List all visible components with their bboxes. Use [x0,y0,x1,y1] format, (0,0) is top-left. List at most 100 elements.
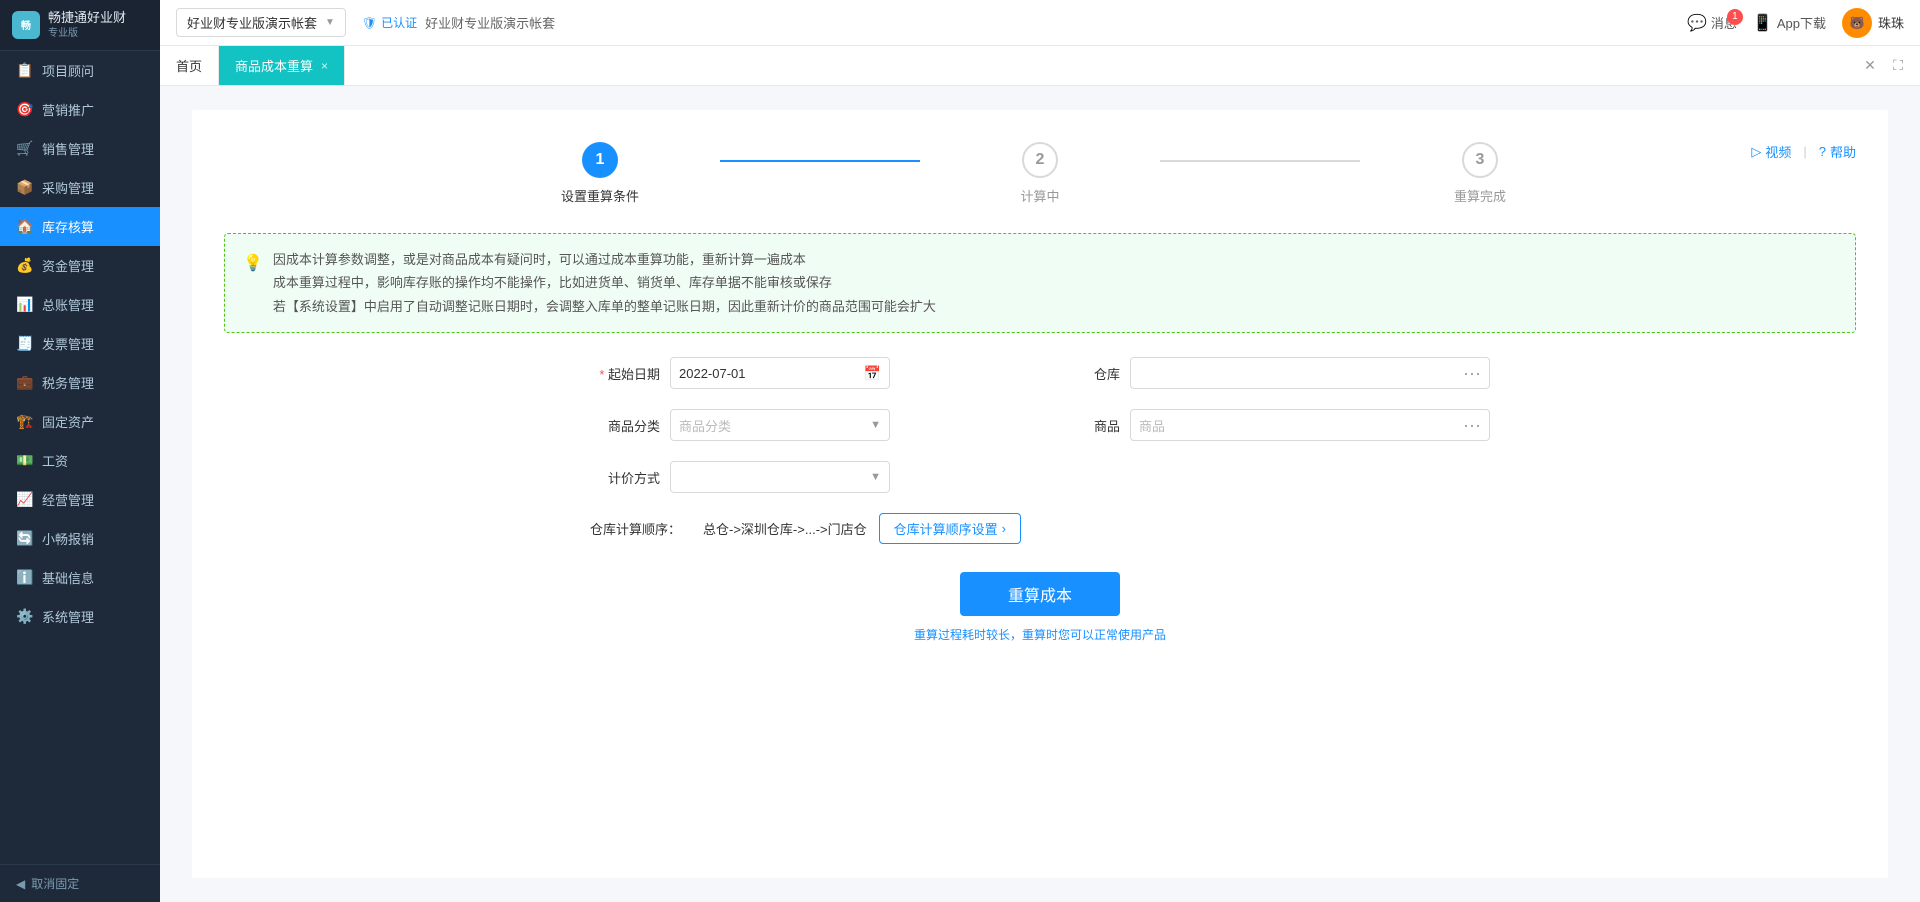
field-goods: 商品 商品 ··· [1050,409,1490,441]
sidebar-label-expense: 小畅报销 [42,529,94,548]
start-date-input[interactable]: 📅 [670,357,890,389]
app-download-label: App下载 [1777,13,1826,32]
category-chevron-icon: ▼ [870,419,881,431]
account-selector[interactable]: 好业财专业版演示帐套 ▼ [176,8,346,37]
category-select[interactable]: 商品分类 ▼ [670,409,890,441]
inventory-icon: 🏠 [16,217,34,235]
sidebar-item-accounting[interactable]: 📊 总账管理 [0,285,160,324]
sidebar-item-invoice[interactable]: 🧾 发票管理 [0,324,160,363]
unpin-label: 取消固定 [31,875,79,892]
help-link[interactable]: ? 帮助 [1819,142,1856,161]
field-price-method: 计价方式 ▼ [590,461,1030,493]
user-area[interactable]: 🐻 珠珠 [1842,8,1904,38]
step-1: 1 设置重算条件 [480,142,720,205]
sidebar-label-salary: 工资 [42,451,68,470]
sidebar-item-base[interactable]: ℹ️ 基础信息 [0,558,160,597]
sidebar-item-sales[interactable]: 🛒 销售管理 [0,129,160,168]
sidebar-label-inventory: 库存核算 [42,217,94,236]
message-badge: 1 [1727,9,1743,25]
warehouse-input[interactable]: ··· [1130,357,1490,389]
topbar: 好业财专业版演示帐套 ▼ 🛡 已认证 好业财专业版演示帐套 💬 消息 1 📱 A… [160,0,1920,46]
step3-label: 重算完成 [1454,186,1506,205]
field-category: 商品分类 商品分类 ▼ [590,409,1030,441]
certified-badge: 🛡 已认证 [362,14,417,31]
sidebar-unpin[interactable]: ◀ 取消固定 [0,864,160,902]
close-window-btn[interactable]: ✕ [1860,56,1880,76]
topbar-right: 💬 消息 1 📱 App下载 🐻 珠珠 [1687,8,1904,38]
user-avatar: 🐻 [1842,8,1872,38]
step-2: 2 计算中 [920,142,1160,205]
sidebar-item-expense[interactable]: 🔄 小畅报销 [0,519,160,558]
sidebar-item-marketing[interactable]: 🎯 营销推广 [0,90,160,129]
account-display: 好业财专业版演示帐套 [425,13,555,32]
goods-input[interactable]: 商品 ··· [1130,409,1490,441]
sidebar-label-tax: 税务管理 [42,373,94,392]
tab-close-icon[interactable]: × [321,59,328,73]
sidebar-item-purchase[interactable]: 📦 采购管理 [0,168,160,207]
sidebar-item-tax[interactable]: 💼 税务管理 [0,363,160,402]
assets-icon: 🏗️ [16,412,34,430]
goods-ellipsis-icon[interactable]: ··· [1451,415,1481,436]
calendar-icon[interactable]: 📅 [864,365,881,382]
salary-icon: 💵 [16,451,34,469]
goods-label: 商品 [1050,416,1120,435]
sidebar-nav: 📋 项目顾问 🎯 营销推广 🛒 销售管理 📦 采购管理 🏠 库存核算 💰 资金管… [0,51,160,864]
start-date-value[interactable] [679,366,864,381]
step-line-1 [720,160,920,162]
messages-btn[interactable]: 💬 消息 1 [1687,13,1737,33]
sidebar-item-inventory[interactable]: 🏠 库存核算 [0,207,160,246]
notice-line1: 因成本计算参数调整，或是对商品成本有疑问时，可以通过成本重算功能，重新计算一遍成… [273,248,936,271]
certified-text: 已认证 [381,14,417,31]
warehouse-order-value: 总仓->深圳仓库->...->门店仓 [703,519,867,538]
form-row-2: 商品分类 商品分类 ▼ 商品 商品 ··· [590,409,1490,441]
tab-home-label: 首页 [176,56,202,75]
tax-icon: 💼 [16,373,34,391]
goods-placeholder: 商品 [1139,416,1165,435]
warehouse-order-btn-icon: › [1002,521,1006,536]
sidebar-label-system: 系统管理 [42,607,94,626]
app-download-btn[interactable]: 📱 App下载 [1753,13,1826,33]
sidebar-header: 畅 畅捷通好业财 专业版 [0,0,160,51]
phone-icon: 📱 [1753,13,1773,33]
step2-label: 计算中 [1020,186,1059,205]
notice-line2: 成本重算过程中，影响库存账的操作均不能操作，比如进货单、销货单、库存单据不能审核… [273,271,936,294]
category-label: 商品分类 [590,416,660,435]
step3-circle: 3 [1462,142,1498,178]
field-start-date: 起始日期 📅 [590,357,1030,389]
form-container: 起始日期 📅 仓库 ··· [590,357,1490,643]
app-title: 畅捷通好业财 专业版 [48,10,126,40]
help-icon: ? [1819,144,1826,159]
user-name: 珠珠 [1878,13,1904,32]
base-icon: ℹ️ [16,568,34,586]
sidebar-item-project[interactable]: 📋 项目顾问 [0,51,160,90]
price-method-chevron-icon: ▼ [870,471,881,483]
start-date-label: 起始日期 [590,364,660,383]
form-row-3: 计价方式 ▼ [590,461,1490,493]
price-method-select[interactable]: ▼ [670,461,890,493]
tab-home[interactable]: 首页 [160,46,219,85]
warehouse-ellipsis-icon[interactable]: ··· [1451,363,1481,384]
field-warehouse: 仓库 ··· [1050,357,1490,389]
play-icon: ▷ [1751,144,1761,160]
sidebar-label-ops: 经营管理 [42,490,94,509]
sidebar-label-assets: 固定资产 [42,412,94,431]
invoice-icon: 🧾 [16,334,34,352]
shield-icon: 🛡 [362,16,377,30]
recalc-button[interactable]: 重算成本 [960,572,1120,616]
maximize-window-btn[interactable]: ⛶ [1888,56,1908,76]
chevron-down-icon: ▼ [325,17,335,28]
main-area: 好业财专业版演示帐套 ▼ 🛡 已认证 好业财专业版演示帐套 💬 消息 1 📱 A… [160,0,1920,902]
recalc-section: 重算成本 重算过程耗时较长，重算时您可以正常使用产品 [590,572,1490,643]
tab-recalc[interactable]: 商品成本重算 × [219,46,345,85]
sidebar-item-ops[interactable]: 📈 经营管理 [0,480,160,519]
sidebar-label-invoice: 发票管理 [42,334,94,353]
step1-label: 设置重算条件 [561,186,639,205]
video-link[interactable]: ▷ 视频 [1751,142,1791,161]
system-icon: ⚙️ [16,607,34,625]
sidebar-item-system[interactable]: ⚙️ 系统管理 [0,597,160,636]
sidebar: 畅 畅捷通好业财 专业版 📋 项目顾问 🎯 营销推广 🛒 销售管理 📦 采购管理… [0,0,160,902]
sidebar-item-salary[interactable]: 💵 工资 [0,441,160,480]
sidebar-item-assets[interactable]: 🏗️ 固定资产 [0,402,160,441]
sidebar-item-finance[interactable]: 💰 资金管理 [0,246,160,285]
warehouse-order-btn[interactable]: 仓库计算顺序设置 › [879,513,1021,544]
